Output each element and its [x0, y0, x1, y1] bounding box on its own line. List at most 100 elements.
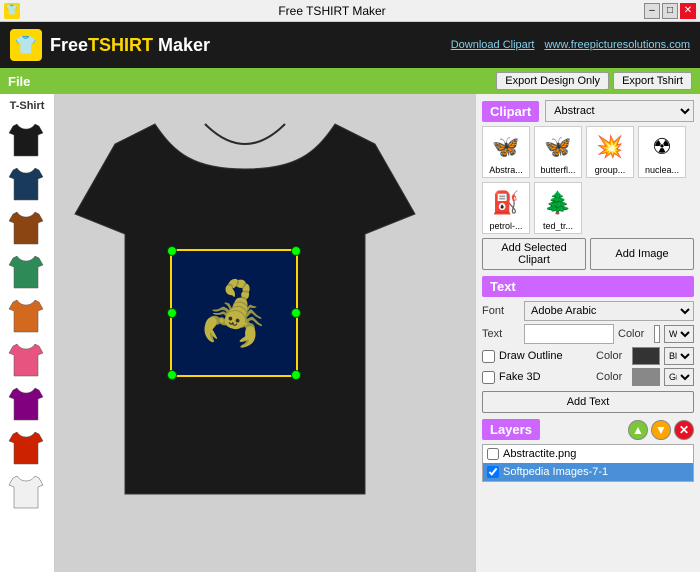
clipart-buttons: Add Selected Clipart Add Image: [482, 238, 694, 270]
tshirt-color-purple[interactable]: [4, 382, 48, 426]
clipart-icon-2: 💥: [592, 129, 628, 165]
clipart-item-4[interactable]: ⛽ petrol-...: [482, 182, 530, 234]
app-logo: 👕 FreeTSHIRT Maker: [10, 29, 210, 61]
tshirt-swatches: [4, 118, 50, 514]
layers-section: Layers ▲ ▼ ✕ Abstractite.png Softpedia I…: [482, 419, 694, 482]
handle-bottom-right[interactable]: [291, 370, 301, 380]
color-box-1[interactable]: [654, 325, 660, 343]
file-menu[interactable]: File: [8, 74, 30, 89]
tshirt-color-white[interactable]: [4, 470, 48, 514]
clipart-category-select[interactable]: Abstract: [545, 100, 694, 122]
layer-up-button[interactable]: ▲: [628, 420, 648, 440]
handle-top-left[interactable]: [167, 246, 177, 256]
color-box-2[interactable]: [632, 347, 660, 365]
minimize-button[interactable]: –: [644, 3, 660, 19]
logo-icon: 👕: [10, 29, 42, 61]
main-content: T-Shirt: [0, 94, 700, 572]
clipart-label-4: petrol-...: [485, 221, 527, 231]
clipart-label-2: group...: [589, 165, 631, 175]
text-label: Text: [482, 328, 520, 340]
website-link[interactable]: www.freepicturesolutions.com: [544, 39, 690, 51]
clipart-item-1[interactable]: 🦋 butterfl...: [534, 126, 582, 178]
font-select[interactable]: Adobe Arabic: [524, 301, 694, 321]
clipart-item-5[interactable]: 🌲 ted_tr...: [534, 182, 582, 234]
clipart-item-3[interactable]: ☢ nuclea...: [638, 126, 686, 178]
tshirt-color-dark-blue[interactable]: [4, 162, 48, 206]
color-select-3[interactable]: Gr: [664, 368, 694, 386]
clipart-grid: 🦋 Abstra... 🦋 butterfl... 💥 group... ☢ n…: [482, 126, 694, 234]
maximize-button[interactable]: □: [662, 3, 678, 19]
tshirt-color-pink[interactable]: [4, 338, 48, 382]
text-section-header: Text: [482, 276, 694, 297]
layer-checkbox-1[interactable]: [487, 466, 499, 478]
layer-down-button[interactable]: ▼: [651, 420, 671, 440]
layer-label-1: Softpedia Images-7-1: [503, 466, 608, 478]
clipart-icon-1: 🦋: [540, 129, 576, 165]
clipart-icon-4: ⛽: [488, 185, 524, 221]
export-tshirt-button[interactable]: Export Tshirt: [613, 72, 692, 90]
titlebar: 👕 Free TSHIRT Maker – □ ✕: [0, 0, 700, 22]
handle-top-right[interactable]: [291, 246, 301, 256]
clipart-item-2[interactable]: 💥 group...: [586, 126, 634, 178]
close-button[interactable]: ✕: [680, 3, 696, 19]
tshirt-logo-icon: 👕: [15, 35, 37, 56]
fake3d-checkbox[interactable]: [482, 371, 495, 384]
tshirt-color-red[interactable]: [4, 426, 48, 470]
color-select-1[interactable]: Wh: [664, 325, 694, 343]
handle-middle-right[interactable]: [291, 308, 301, 318]
sidebar-label: T-Shirt: [4, 100, 50, 112]
handle-middle-left[interactable]: [167, 308, 177, 318]
handle-bottom-left[interactable]: [167, 370, 177, 380]
font-row: Font Adobe Arabic: [482, 301, 694, 321]
clipart-icon-0: 🦋: [488, 129, 524, 165]
menubar-buttons: Export Design Only Export Tshirt: [496, 72, 692, 90]
color-select-2[interactable]: Bl: [664, 347, 694, 365]
layer-delete-button[interactable]: ✕: [674, 420, 694, 440]
clipart-item-0[interactable]: 🦋 Abstra...: [482, 126, 530, 178]
clipart-label-5: ted_tr...: [537, 221, 579, 231]
app-links: Download Clipart www.freepicturesolution…: [451, 39, 690, 51]
add-text-button[interactable]: Add Text: [482, 391, 694, 413]
sidebar: T-Shirt: [0, 94, 55, 572]
text-row: Text Color Wh: [482, 324, 694, 344]
titlebar-title: Free TSHIRT Maker: [20, 4, 644, 18]
tshirt-color-green[interactable]: [4, 250, 48, 294]
layer-item-0[interactable]: Abstractite.png: [483, 445, 693, 463]
menubar: File Export Design Only Export Tshirt: [0, 68, 700, 94]
clipart-section: Clipart Abstract 🦋 Abstra... 🦋 butterfl.…: [482, 100, 694, 270]
layers-header-row: Layers ▲ ▼ ✕: [482, 419, 694, 440]
add-image-button[interactable]: Add Image: [590, 238, 694, 270]
clipart-header-row: Clipart Abstract: [482, 100, 694, 122]
color-label-3: Color: [596, 371, 628, 383]
clipart-icon-5: 🌲: [540, 185, 576, 221]
app-header: 👕 FreeTSHIRT Maker Download Clipart www.…: [0, 22, 700, 68]
tshirt-color-brown[interactable]: [4, 206, 48, 250]
draw-outline-checkbox[interactable]: [482, 350, 495, 363]
download-clipart-link[interactable]: Download Clipart: [451, 39, 535, 51]
color-box-3[interactable]: [632, 368, 660, 386]
titlebar-icon: 👕: [4, 3, 20, 19]
tshirt-color-black[interactable]: [4, 118, 48, 162]
fake3d-label: Fake 3D: [499, 371, 592, 383]
clipart-label-1: butterfl...: [537, 165, 579, 175]
canvas-area[interactable]: SOFTPEDIA 🦂: [55, 94, 475, 572]
add-clipart-button[interactable]: Add Selected Clipart: [482, 238, 586, 270]
tshirt-color-orange[interactable]: [4, 294, 48, 338]
titlebar-controls: – □ ✕: [644, 3, 696, 19]
clipart-icon-3: ☢: [644, 129, 680, 165]
clipart-label-0: Abstra...: [485, 165, 527, 175]
color-label-2: Color: [596, 350, 628, 362]
design-image: 🦂: [197, 278, 272, 349]
layer-label-0: Abstractite.png: [503, 448, 576, 460]
export-design-button[interactable]: Export Design Only: [496, 72, 609, 90]
layer-checkbox-0[interactable]: [487, 448, 499, 460]
draw-outline-row: Draw Outline Color Bl: [482, 347, 694, 365]
layer-item-1[interactable]: Softpedia Images-7-1: [483, 463, 693, 481]
font-label: Font: [482, 305, 520, 317]
design-overlay[interactable]: 🦂: [170, 249, 298, 377]
title-tshirt: TSHIRT: [88, 35, 153, 55]
text-input[interactable]: [524, 324, 614, 344]
layers-section-header: Layers: [482, 419, 540, 440]
color-label-1: Color: [618, 328, 650, 340]
layers-controls: ▲ ▼ ✕: [628, 420, 694, 440]
